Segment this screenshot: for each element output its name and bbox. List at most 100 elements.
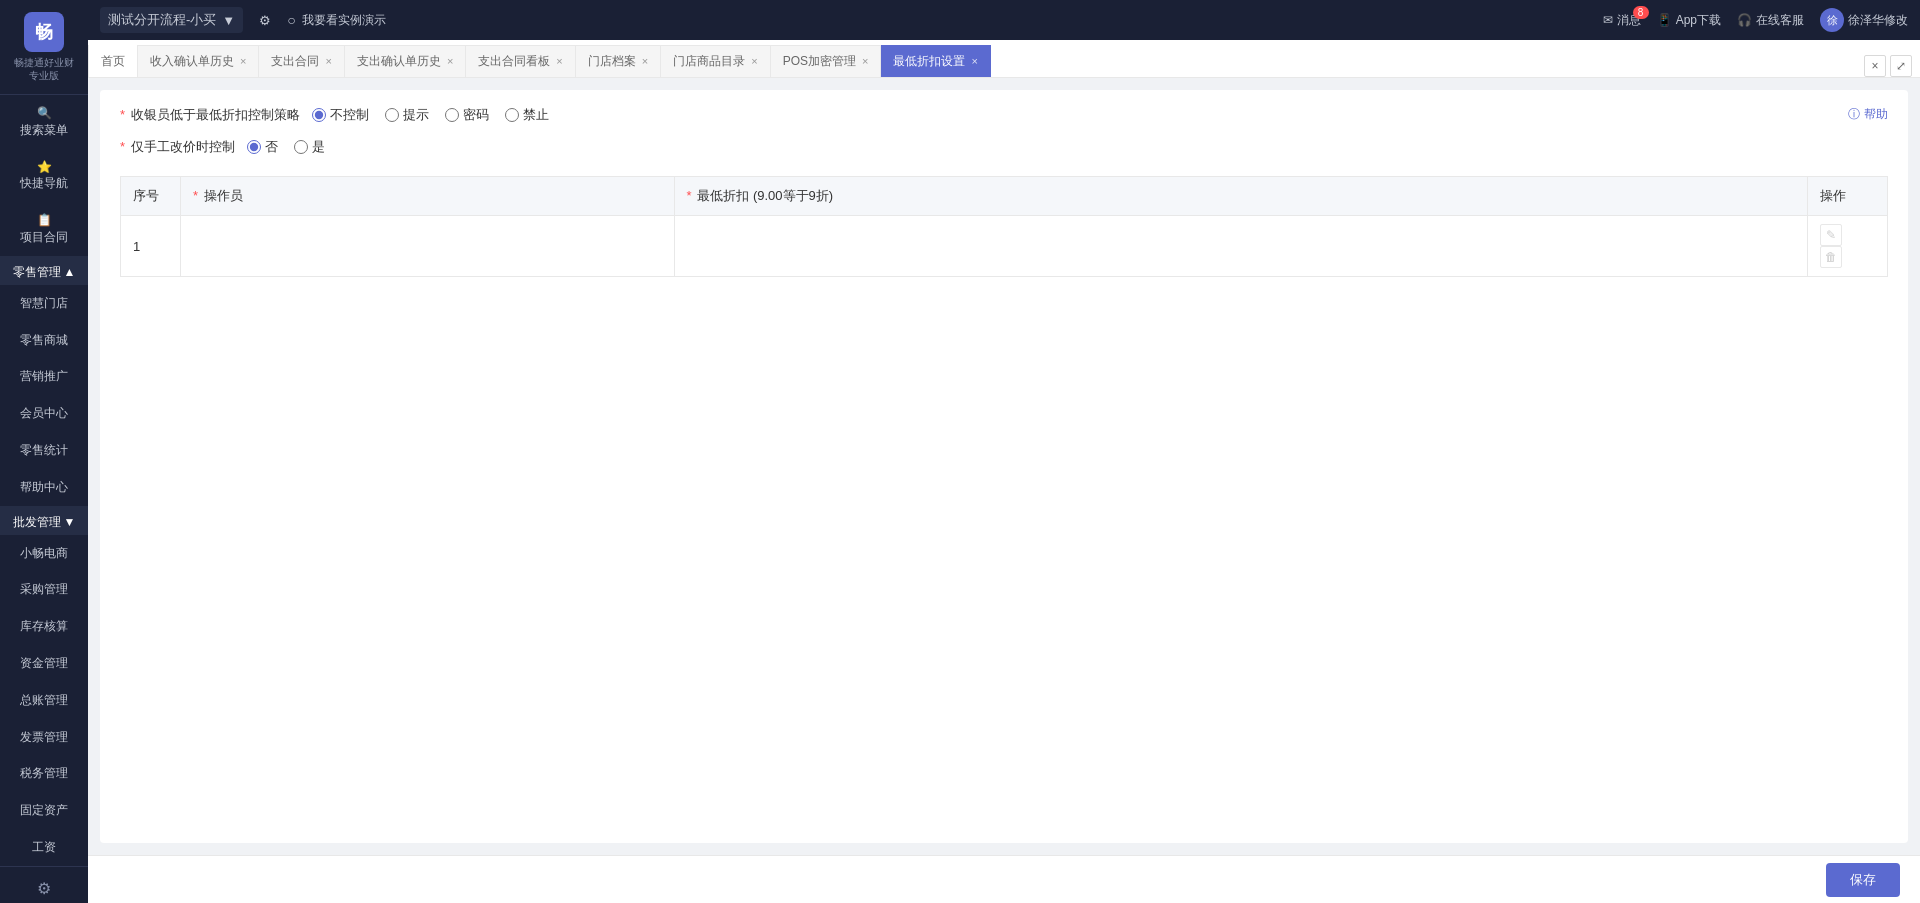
discount-control-label: * 收银员低于最低折扣控制策略 — [120, 106, 300, 124]
tabs-close-btn[interactable]: × — [1864, 55, 1886, 77]
user-avatar: 徐 — [1820, 8, 1844, 32]
sidebar-item-purchase-mgmt[interactable]: 采购管理 — [0, 571, 88, 608]
message-icon: ✉ — [1603, 13, 1613, 27]
sidebar-item-project-contract[interactable]: 📋项目合同 — [0, 202, 88, 256]
topbar-right: ✉ 消息 8 📱 App下载 🎧 在线客服 徐 徐泽华修改 — [1603, 8, 1908, 32]
user-avatar-area[interactable]: 徐 徐泽华修改 — [1820, 8, 1908, 32]
cell-seq: 1 — [121, 216, 181, 277]
tab-home[interactable]: 首页 — [88, 45, 138, 77]
tab-store-product-catalog[interactable]: 门店商品目录 × — [661, 45, 770, 77]
tab-close-store-product-catalog[interactable]: × — [751, 56, 757, 67]
project-selector[interactable]: 测试分开流程-小买 ▼ — [100, 7, 243, 33]
messages-badge: 8 — [1633, 6, 1649, 19]
manual-price-label: * 仅手工改价时控制 — [120, 138, 235, 156]
sidebar-item-help-center[interactable]: 帮助中心 — [0, 469, 88, 506]
sidebar-item-fixed-assets[interactable]: 固定资产 — [0, 792, 88, 829]
sidebar-bottom: ⚙ — [0, 866, 88, 903]
messages-btn[interactable]: ✉ 消息 8 — [1603, 12, 1641, 29]
sidebar-item-retail-mall[interactable]: 零售商城 — [0, 322, 88, 359]
help-icon: ⓘ — [1848, 106, 1860, 123]
phone-icon: 📱 — [1657, 13, 1672, 27]
action-edit-btn[interactable]: ✎ — [1820, 224, 1842, 246]
tab-min-discount[interactable]: 最低折扣设置 × — [881, 45, 990, 77]
col-header-action: 操作 — [1808, 177, 1888, 216]
tab-pos-password[interactable]: POS加密管理 × — [771, 45, 882, 77]
sidebar-item-marketing[interactable]: 营销推广 — [0, 358, 88, 395]
topbar: 测试分开流程-小买 ▼ ⚙ ○ 我要看实例演示 ✉ 消息 8 📱 App下载 🎧… — [88, 0, 1920, 40]
tabs-actions: × ⤢ — [1856, 55, 1920, 77]
app-download-btn[interactable]: 📱 App下载 — [1657, 12, 1721, 29]
topbar-gear-icon: ⚙ — [259, 13, 271, 28]
headphone-icon: 🎧 — [1737, 13, 1752, 27]
radio-prompt[interactable]: 提示 — [385, 106, 429, 124]
tab-income-history[interactable]: 收入确认单历史 × — [138, 45, 259, 77]
customer-service-label: 在线客服 — [1756, 12, 1804, 29]
tab-close-payment-contract-board[interactable]: × — [556, 56, 562, 67]
col-header-seq: 序号 — [121, 177, 181, 216]
save-button[interactable]: 保存 — [1826, 863, 1900, 897]
settings-btn[interactable]: ⚙ — [255, 13, 275, 28]
customer-service-btn[interactable]: 🎧 在线客服 — [1737, 12, 1804, 29]
help-link[interactable]: ⓘ 帮助 — [1848, 106, 1888, 123]
sidebar-item-quick-nav[interactable]: ⭐快捷导航 — [0, 149, 88, 203]
tab-store-file[interactable]: 门店档案 × — [576, 45, 661, 77]
radio-password[interactable]: 密码 — [445, 106, 489, 124]
footer-bar: 保存 — [88, 855, 1920, 903]
app-logo-text: 畅捷通好业财专业版 — [14, 56, 74, 82]
col-header-discount: * 最低折扣 (9.00等于9折) — [674, 177, 1807, 216]
demo-link[interactable]: ○ 我要看实例演示 — [287, 12, 385, 29]
project-dropdown-icon: ▼ — [222, 13, 235, 28]
sidebar-item-retail-stats[interactable]: 零售统计 — [0, 432, 88, 469]
cell-operator — [181, 216, 675, 277]
demo-icon: ○ — [287, 12, 295, 28]
sidebar-item-tax-mgmt[interactable]: 税务管理 — [0, 755, 88, 792]
tab-payment-contract-board[interactable]: 支出合同看板 × — [466, 45, 575, 77]
sidebar-item-search[interactable]: 🔍搜索菜单 — [0, 95, 88, 149]
content-card: ⓘ 帮助 * 收银员低于最低折扣控制策略 不控制 — [100, 90, 1908, 843]
tab-close-pos-password[interactable]: × — [862, 56, 868, 67]
tabs-bar: 首页 收入确认单历史 × 支出合同 × 支出确认单历史 × 支出合同看板 × 门… — [88, 40, 1920, 78]
sidebar-item-smart-store[interactable]: 智慧门店 — [0, 285, 88, 322]
tab-close-payment-contract[interactable]: × — [325, 56, 331, 67]
tab-close-income-history[interactable]: × — [240, 56, 246, 67]
table-row: 1 ✎ 🗑 — [121, 216, 1888, 277]
cell-action: ✎ 🗑 — [1808, 216, 1888, 277]
action-delete-btn[interactable]: 🗑 — [1820, 246, 1842, 268]
radio-forbid[interactable]: 禁止 — [505, 106, 549, 124]
app-logo-icon: 畅 — [24, 12, 64, 52]
user-name: 徐泽华修改 — [1848, 12, 1908, 29]
sidebar-item-member-center[interactable]: 会员中心 — [0, 395, 88, 432]
sidebar-item-invoice-mgmt[interactable]: 发票管理 — [0, 719, 88, 756]
tab-close-min-discount[interactable]: × — [971, 56, 977, 67]
cell-discount — [674, 216, 1807, 277]
app-download-label: App下载 — [1676, 12, 1721, 29]
project-name: 测试分开流程-小买 — [108, 11, 216, 29]
form-row-manual-price: * 仅手工改价时控制 否 是 — [120, 138, 1888, 156]
sidebar-item-ecommerce[interactable]: 小畅电商 — [0, 535, 88, 572]
settings-icon[interactable]: ⚙ — [37, 879, 51, 898]
sidebar-logo: 畅 畅捷通好业财专业版 — [0, 0, 88, 95]
sidebar-item-wholesale-mgmt[interactable]: 批发管理▼ — [0, 506, 88, 535]
sidebar-item-ledger-mgmt[interactable]: 总账管理 — [0, 682, 88, 719]
sidebar-item-fund-mgmt[interactable]: 资金管理 — [0, 645, 88, 682]
radio-yes[interactable]: 是 — [294, 138, 325, 156]
discount-control-options: 不控制 提示 密码 禁止 — [312, 106, 549, 124]
col-header-operator: * 操作员 — [181, 177, 675, 216]
tab-payment-confirm-history[interactable]: 支出确认单历史 × — [345, 45, 466, 77]
tab-payment-contract[interactable]: 支出合同 × — [259, 45, 344, 77]
sidebar-item-inventory[interactable]: 库存核算 — [0, 608, 88, 645]
demo-text: 我要看实例演示 — [302, 12, 386, 29]
sidebar-item-retail-mgmt[interactable]: 零售管理▲ — [0, 256, 88, 285]
radio-no[interactable]: 否 — [247, 138, 278, 156]
form-row-discount-control: * 收银员低于最低折扣控制策略 不控制 提示 — [120, 106, 1888, 124]
tabs-expand-btn[interactable]: ⤢ — [1890, 55, 1912, 77]
main-area: 测试分开流程-小买 ▼ ⚙ ○ 我要看实例演示 ✉ 消息 8 📱 App下载 🎧… — [88, 0, 1920, 903]
radio-no-control[interactable]: 不控制 — [312, 106, 369, 124]
help-label: 帮助 — [1864, 106, 1888, 123]
manual-price-options: 否 是 — [247, 138, 325, 156]
sidebar-item-payroll[interactable]: 工资 — [0, 829, 88, 866]
discount-table: 序号 * 操作员 * 最低折扣 (9.00等于9折) 操作 — [120, 176, 1888, 277]
tab-close-store-file[interactable]: × — [642, 56, 648, 67]
tab-close-payment-confirm-history[interactable]: × — [447, 56, 453, 67]
table-header-row: 序号 * 操作员 * 最低折扣 (9.00等于9折) 操作 — [121, 177, 1888, 216]
